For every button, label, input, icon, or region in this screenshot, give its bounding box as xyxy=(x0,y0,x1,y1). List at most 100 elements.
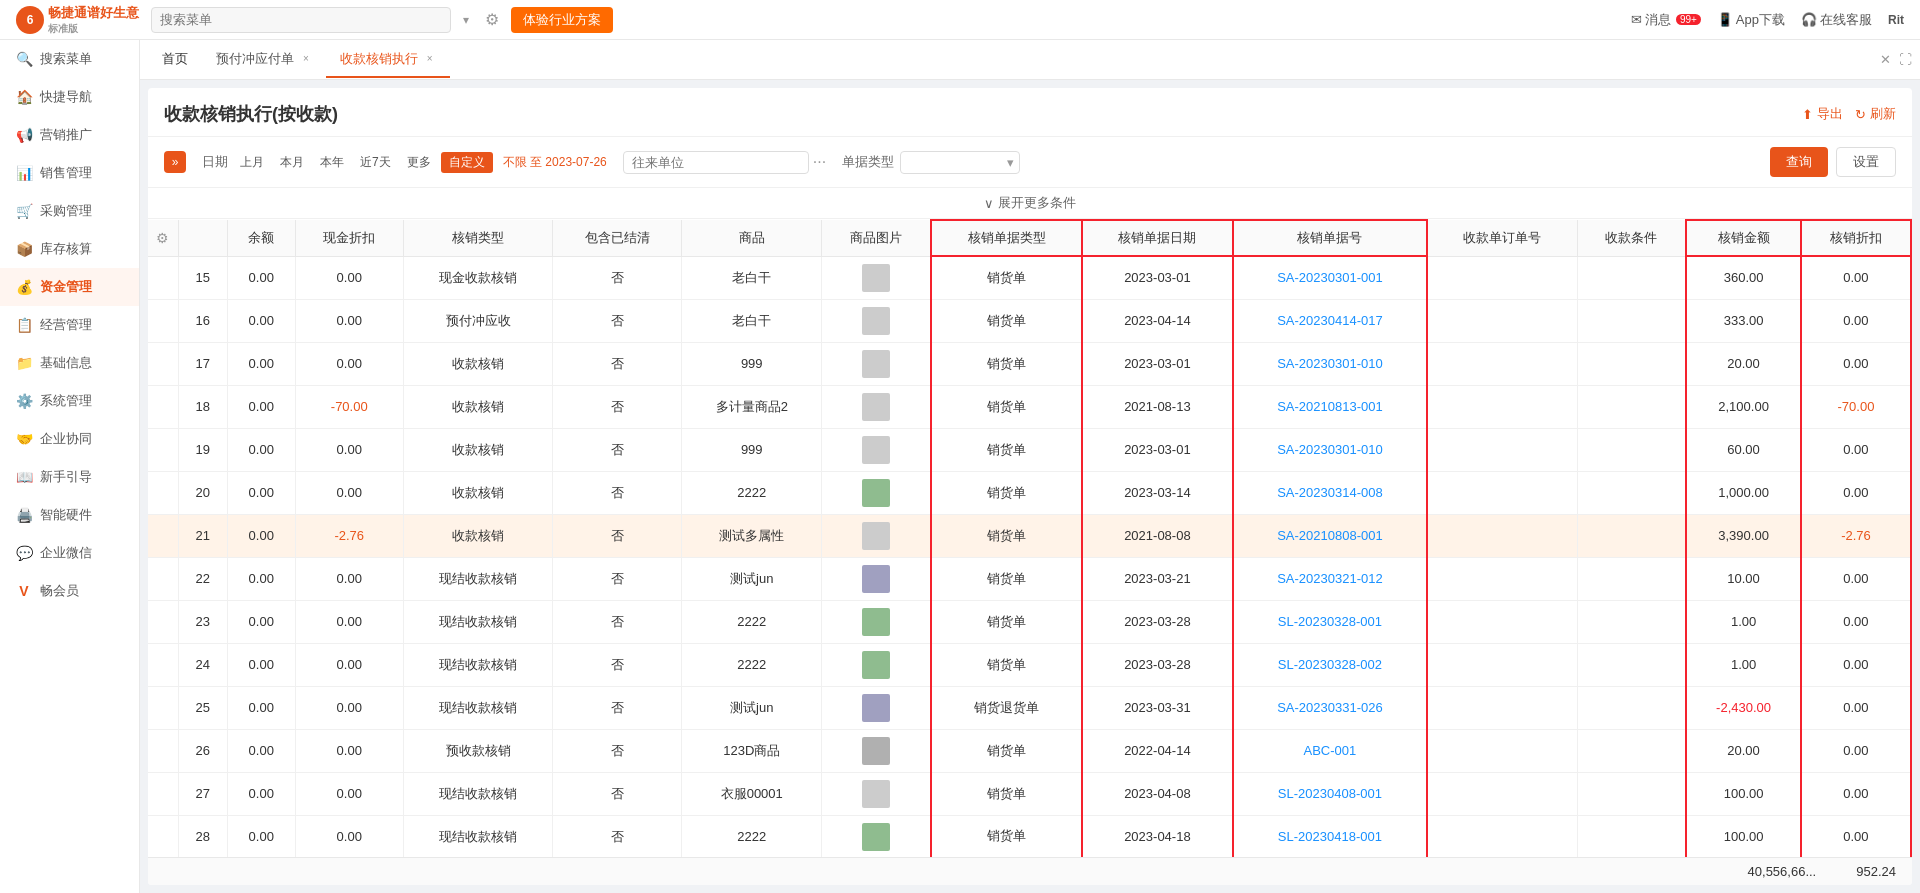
expand-conditions-bar[interactable]: ∨ 展开更多条件 xyxy=(148,188,1912,219)
sidebar-item-finance[interactable]: 💰 资金管理 xyxy=(0,268,139,306)
bill-type-select[interactable] xyxy=(900,151,1020,174)
writeoff-no-link[interactable]: SL-20230328-002 xyxy=(1278,657,1382,672)
online-service-item[interactable]: 🎧 在线客服 xyxy=(1801,11,1872,29)
settings-button[interactable]: 设置 xyxy=(1836,147,1896,177)
sidebar-item-beginner[interactable]: 📖 新手引导 xyxy=(0,458,139,496)
date-option-custom[interactable]: 自定义 xyxy=(441,152,493,173)
filter-expand-icon[interactable]: » xyxy=(164,151,186,173)
date-option-this-month[interactable]: 本月 xyxy=(274,152,310,173)
table-row[interactable]: 200.000.00收款核销否2222销货单2023-03-14SA-20230… xyxy=(148,471,1911,514)
sidebar-item-search-menu[interactable]: 🔍 搜索菜单 xyxy=(0,40,139,78)
row-writeoff-discount-cell: 0.00 xyxy=(1801,643,1911,686)
table-row[interactable]: 270.000.00现结收款核销否衣服00001销货单2023-04-08SL-… xyxy=(148,772,1911,815)
row-writeoff-no-cell[interactable]: SA-20210813-001 xyxy=(1233,385,1427,428)
writeoff-no-link[interactable]: SA-20210808-001 xyxy=(1277,528,1383,543)
settings-icon[interactable]: ⚙ xyxy=(485,10,499,29)
industry-solution-button[interactable]: 体验行业方案 xyxy=(511,7,613,33)
table-row[interactable]: 190.000.00收款核销否999销货单2023-03-01SA-202303… xyxy=(148,428,1911,471)
tab-close-all-icon[interactable]: ✕ xyxy=(1880,52,1891,67)
table-row[interactable]: 250.000.00现结收款核销否测试jun销货退货单2023-03-31SA-… xyxy=(148,686,1911,729)
app-download-item[interactable]: 📱 App下载 xyxy=(1717,11,1785,29)
table-row[interactable]: 170.000.00收款核销否999销货单2023-03-01SA-202303… xyxy=(148,342,1911,385)
sidebar-item-corp-wechat[interactable]: 💬 企业微信 xyxy=(0,534,139,572)
sidebar-item-purchase[interactable]: 🛒 采购管理 xyxy=(0,192,139,230)
sidebar-item-basic-info[interactable]: 📁 基础信息 xyxy=(0,344,139,382)
row-writeoff-no-cell[interactable]: SA-20230301-001 xyxy=(1233,256,1427,299)
row-writeoff-no-cell[interactable]: SA-20230301-010 xyxy=(1233,342,1427,385)
row-balance-cell: 0.00 xyxy=(227,729,295,772)
sidebar-item-system[interactable]: ⚙️ 系统管理 xyxy=(0,382,139,420)
row-settings-cell xyxy=(148,256,178,299)
messages-icon-item[interactable]: ✉ 消息 99+ xyxy=(1631,11,1701,29)
date-option-this-year[interactable]: 本年 xyxy=(314,152,350,173)
sidebar-item-quick-nav[interactable]: 🏠 快捷导航 xyxy=(0,78,139,116)
tab-home[interactable]: 首页 xyxy=(148,42,202,78)
dropdown-arrow-icon[interactable]: ▾ xyxy=(463,13,469,27)
writeoff-no-link[interactable]: SA-20230301-010 xyxy=(1277,356,1383,371)
row-writeoff-no-cell[interactable]: SA-20210808-001 xyxy=(1233,514,1427,557)
sidebar-label-finance: 资金管理 xyxy=(40,278,92,296)
tab-maximize-icon[interactable]: ⛶ xyxy=(1899,52,1912,67)
search-input[interactable] xyxy=(151,7,451,33)
table-row[interactable]: 280.000.00现结收款核销否2222销货单2023-04-18SL-202… xyxy=(148,815,1911,857)
table-wrap[interactable]: ⚙ 余额 现金折扣 核销类型 包含已结清 商品 商品图片 核销单据类型 核销单据… xyxy=(148,219,1912,857)
row-included-settled-cell: 否 xyxy=(553,600,682,643)
row-writeoff-no-cell[interactable]: SL-20230418-001 xyxy=(1233,815,1427,857)
sidebar-item-inventory[interactable]: 📦 库存核算 xyxy=(0,230,139,268)
date-option-7days[interactable]: 近7天 xyxy=(354,152,397,173)
writeoff-no-link[interactable]: SL-20230418-001 xyxy=(1278,829,1382,844)
writeoff-no-link[interactable]: SA-20210813-001 xyxy=(1277,399,1383,414)
tab-collection[interactable]: 收款核销执行 × xyxy=(326,42,450,78)
query-button[interactable]: 查询 xyxy=(1770,147,1828,177)
row-product-cell: 测试多属性 xyxy=(682,514,822,557)
sidebar-item-marketing[interactable]: 📢 营销推广 xyxy=(0,116,139,154)
sidebar-item-operations[interactable]: 📋 经营管理 xyxy=(0,306,139,344)
row-writeoff-no-cell[interactable]: SL-20230328-002 xyxy=(1233,643,1427,686)
row-writeoff-no-cell[interactable]: SL-20230328-001 xyxy=(1233,600,1427,643)
writeoff-no-link[interactable]: SA-20230314-008 xyxy=(1277,485,1383,500)
sidebar-item-sales[interactable]: 📊 销售管理 xyxy=(0,154,139,192)
table-row[interactable]: 230.000.00现结收款核销否2222销货单2023-03-28SL-202… xyxy=(148,600,1911,643)
table-row[interactable]: 160.000.00预付冲应收否老白干销货单2023-04-14SA-20230… xyxy=(148,299,1911,342)
tab-prepay-close-icon[interactable]: × xyxy=(300,52,312,65)
date-option-more[interactable]: 更多 xyxy=(401,152,437,173)
row-writeoff-no-cell[interactable]: SA-20230414-017 xyxy=(1233,299,1427,342)
table-row[interactable]: 240.000.00现结收款核销否2222销货单2023-03-28SL-202… xyxy=(148,643,1911,686)
writeoff-no-link[interactable]: SA-20230414-017 xyxy=(1277,313,1383,328)
sidebar-item-vip[interactable]: V 畅会员 xyxy=(0,572,139,610)
row-writeoff-no-cell[interactable]: SA-20230314-008 xyxy=(1233,471,1427,514)
date-option-last-month[interactable]: 上月 xyxy=(234,152,270,173)
tab-collection-close-icon[interactable]: × xyxy=(424,52,436,65)
row-writeoff-no-cell[interactable]: SA-20230321-012 xyxy=(1233,557,1427,600)
partner-input[interactable] xyxy=(623,151,809,174)
table-settings-icon[interactable]: ⚙ xyxy=(156,230,169,246)
writeoff-no-link[interactable]: SA-20230301-001 xyxy=(1277,270,1383,285)
writeoff-no-link[interactable]: ABC-001 xyxy=(1304,743,1357,758)
user-name[interactable]: Rit xyxy=(1888,13,1904,27)
row-writeoff-no-cell[interactable]: SL-20230408-001 xyxy=(1233,772,1427,815)
table-row[interactable]: 260.000.00预收款核销否123D商品销货单2022-04-14ABC-0… xyxy=(148,729,1911,772)
row-writeoff-amount-cell: 3,390.00 xyxy=(1686,514,1801,557)
table-row[interactable]: 210.00-2.76收款核销否测试多属性销货单2021-08-08SA-202… xyxy=(148,514,1911,557)
export-button[interactable]: ⬆ 导出 xyxy=(1802,105,1843,123)
tab-prepay[interactable]: 预付冲应付单 × xyxy=(202,42,326,78)
refresh-button[interactable]: ↻ 刷新 xyxy=(1855,105,1896,123)
col-settings[interactable]: ⚙ xyxy=(148,220,178,256)
sidebar-item-smart-hw[interactable]: 🖨️ 智能硬件 xyxy=(0,496,139,534)
writeoff-no-link[interactable]: SL-20230408-001 xyxy=(1278,786,1382,801)
partner-select-icon[interactable]: ··· xyxy=(813,153,826,171)
row-writeoff-no-cell[interactable]: ABC-001 xyxy=(1233,729,1427,772)
table-row[interactable]: 150.000.00现金收款核销否老白干销货单2023-03-01SA-2023… xyxy=(148,256,1911,299)
writeoff-no-link[interactable]: SA-20230331-026 xyxy=(1277,700,1383,715)
row-writeoff-no-cell[interactable]: SA-20230331-026 xyxy=(1233,686,1427,729)
row-collection-order-no-cell xyxy=(1427,643,1577,686)
writeoff-no-link[interactable]: SA-20230301-010 xyxy=(1277,442,1383,457)
writeoff-no-link[interactable]: SA-20230321-012 xyxy=(1277,571,1383,586)
table-row[interactable]: 180.00-70.00收款核销否多计量商品2销货单2021-08-13SA-2… xyxy=(148,385,1911,428)
sidebar-item-corp-collab[interactable]: 🤝 企业协同 xyxy=(0,420,139,458)
row-writeoff-no-cell[interactable]: SA-20230301-010 xyxy=(1233,428,1427,471)
row-product-img-cell xyxy=(822,342,931,385)
table-row[interactable]: 220.000.00现结收款核销否测试jun销货单2023-03-21SA-20… xyxy=(148,557,1911,600)
writeoff-no-link[interactable]: SL-20230328-001 xyxy=(1278,614,1382,629)
col-product: 商品 xyxy=(682,220,822,256)
